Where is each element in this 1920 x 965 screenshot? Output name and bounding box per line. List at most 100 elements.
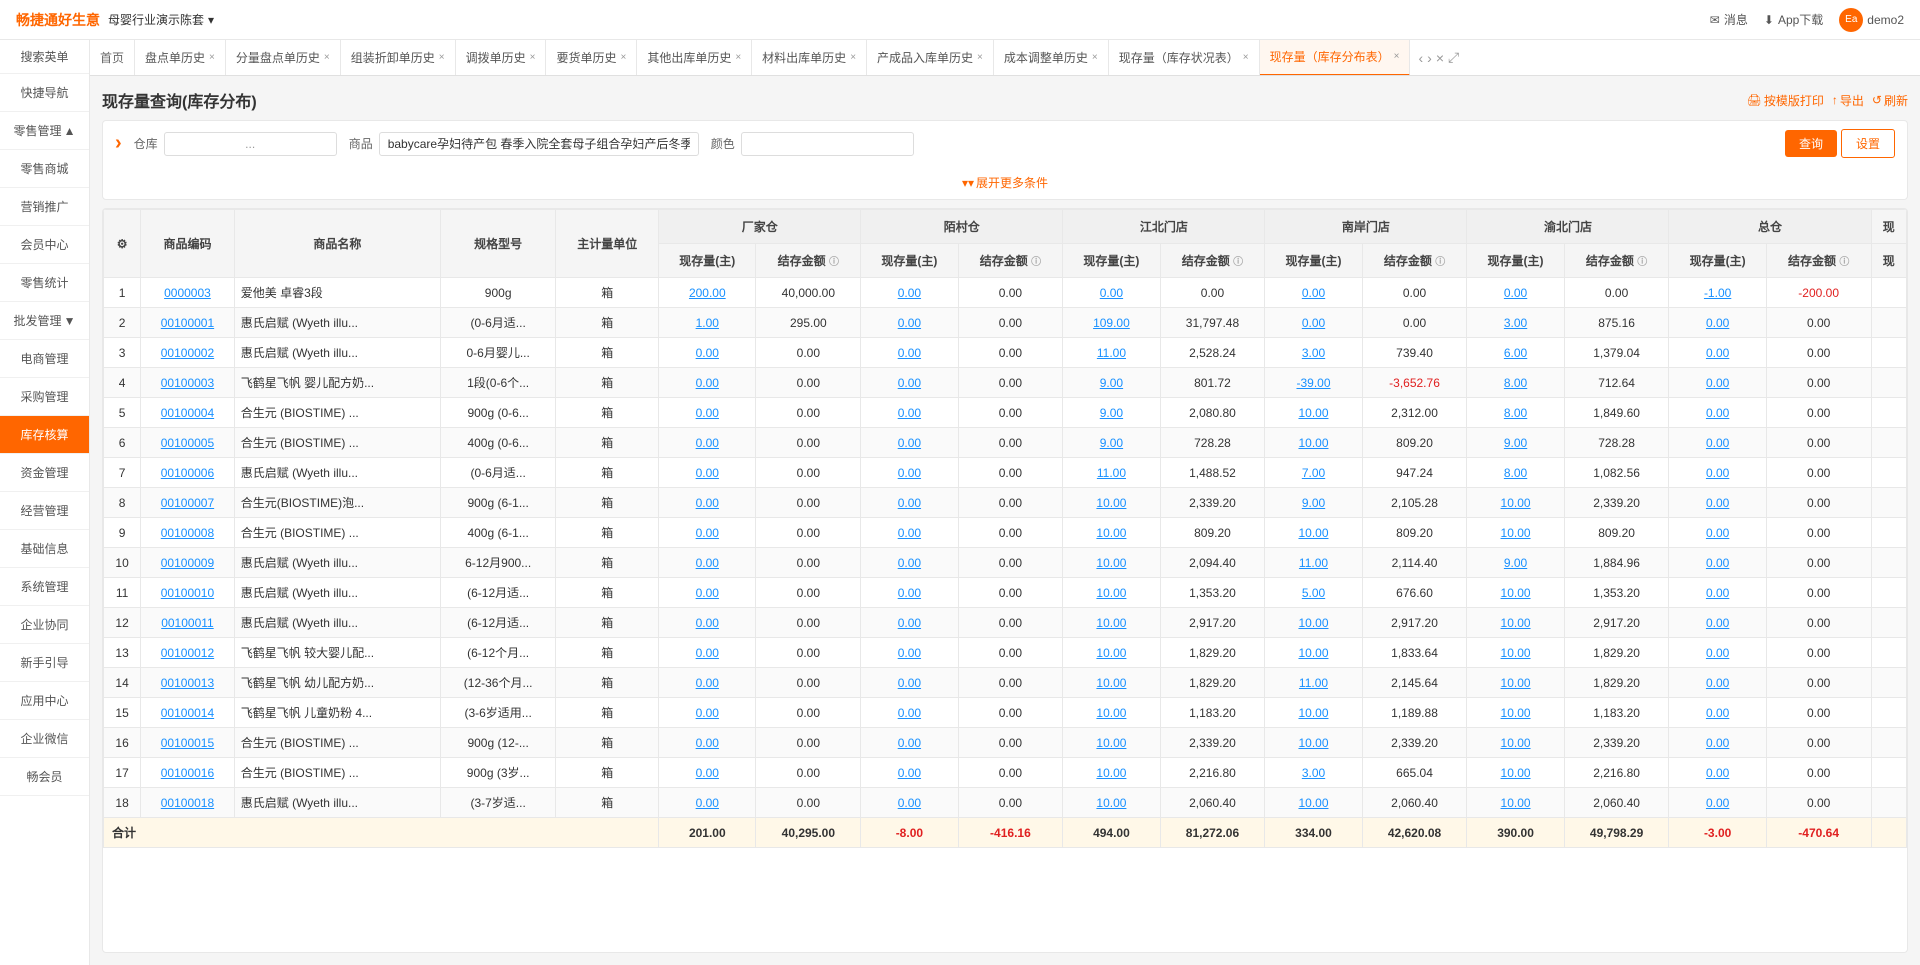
cell-yubeimen-qty[interactable]: 0.00 (1467, 278, 1564, 308)
app-download-btn[interactable]: ⬇ App下载 (1764, 11, 1823, 28)
cell-nanan-qty[interactable]: 9.00 (1265, 488, 1362, 518)
cell-total-qty[interactable]: 0.00 (1669, 368, 1766, 398)
info-icon-4[interactable]: ⓘ (1435, 257, 1445, 268)
cell-yubeimen-qty[interactable]: 10.00 (1467, 698, 1564, 728)
cell-code[interactable]: 0000003 (141, 278, 235, 308)
cell-yubeimen-qty[interactable]: 9.00 (1467, 428, 1564, 458)
cell-rural-qty[interactable]: 0.00 (861, 728, 958, 758)
cell-rural-qty[interactable]: 0.00 (861, 578, 958, 608)
tab-close-2[interactable]: × (324, 52, 330, 63)
tab-material-out-history[interactable]: 材料出库单历史 × (752, 40, 867, 76)
message-btn[interactable]: ✉ 消息 (1710, 11, 1748, 28)
cell-total-qty[interactable]: 0.00 (1669, 728, 1766, 758)
cell-rural-qty[interactable]: 0.00 (861, 698, 958, 728)
tab-product-in-history[interactable]: 产成品入库单历史 × (867, 40, 994, 76)
cell-nanan-qty[interactable]: -39.00 (1265, 368, 1362, 398)
cell-yubeimen-qty[interactable]: 3.00 (1467, 308, 1564, 338)
cell-nanan-qty[interactable]: 0.00 (1265, 308, 1362, 338)
cell-total-qty[interactable]: 0.00 (1669, 578, 1766, 608)
filter-expand-btn[interactable]: › (115, 132, 122, 155)
cell-total-qty[interactable]: 0.00 (1669, 308, 1766, 338)
cell-code[interactable]: 00100002 (141, 338, 235, 368)
cell-yubeimen-qty[interactable]: 10.00 (1467, 488, 1564, 518)
print-btn[interactable]: 🖨 按模版打印 (1747, 92, 1824, 109)
cell-jiangbei-qty[interactable]: 11.00 (1063, 338, 1160, 368)
warehouse-input[interactable] (164, 132, 337, 156)
cell-factory-qty[interactable]: 0.00 (659, 368, 756, 398)
cell-rural-qty[interactable]: 0.00 (861, 488, 958, 518)
sidebar-item-vip[interactable]: 畅会员 (0, 758, 89, 796)
cell-code[interactable]: 00100014 (141, 698, 235, 728)
sidebar-item-wholesale[interactable]: 批发管理 ▼ (0, 302, 89, 340)
cell-rural-qty[interactable]: 0.00 (861, 518, 958, 548)
cell-rural-qty[interactable]: 0.00 (861, 308, 958, 338)
cell-yubeimen-qty[interactable]: 8.00 (1467, 398, 1564, 428)
sidebar-item-marketing[interactable]: 营销推广 (0, 188, 89, 226)
tab-close-7[interactable]: × (850, 52, 856, 63)
tab-close-6[interactable]: × (735, 52, 741, 63)
cell-total-qty[interactable]: 0.00 (1669, 698, 1766, 728)
cell-factory-qty[interactable]: 0.00 (659, 518, 756, 548)
export-btn[interactable]: ↑ 导出 (1832, 92, 1864, 109)
cell-jiangbei-qty[interactable]: 10.00 (1063, 788, 1160, 818)
tab-close-10[interactable]: × (1243, 52, 1249, 63)
cell-jiangbei-qty[interactable]: 10.00 (1063, 698, 1160, 728)
sidebar-item-finance[interactable]: 资金管理 (0, 454, 89, 492)
cell-factory-qty[interactable]: 0.00 (659, 758, 756, 788)
sidebar-item-system[interactable]: 系统管理 (0, 568, 89, 606)
cell-yubeimen-qty[interactable]: 10.00 (1467, 668, 1564, 698)
sidebar-item-operations[interactable]: 经营管理 (0, 492, 89, 530)
tab-inventory-distribution[interactable]: 现存量（库存分布表）× (1260, 40, 1411, 76)
cell-factory-qty[interactable]: 0.00 (659, 488, 756, 518)
cell-factory-qty[interactable]: 0.00 (659, 638, 756, 668)
cell-jiangbei-qty[interactable]: 10.00 (1063, 548, 1160, 578)
sidebar-item-member[interactable]: 会员中心 (0, 226, 89, 264)
cell-nanan-qty[interactable]: 5.00 (1265, 578, 1362, 608)
cell-total-qty[interactable]: 0.00 (1669, 788, 1766, 818)
cell-code[interactable]: 00100010 (141, 578, 235, 608)
cell-total-qty[interactable]: 0.00 (1669, 488, 1766, 518)
cell-yubeimen-qty[interactable]: 10.00 (1467, 788, 1564, 818)
cell-factory-qty[interactable]: 0.00 (659, 788, 756, 818)
cell-nanan-qty[interactable]: 10.00 (1265, 788, 1362, 818)
col-gear[interactable]: ⚙ (104, 210, 141, 278)
cell-nanan-qty[interactable]: 10.00 (1265, 728, 1362, 758)
cell-nanan-qty[interactable]: 7.00 (1265, 458, 1362, 488)
sidebar-item-basic-info[interactable]: 基础信息 (0, 530, 89, 568)
tab-stocktake-history[interactable]: 盘点单历史 × (135, 40, 226, 76)
filter-expand-more[interactable]: ▾▾ 展开更多条件 (115, 170, 1895, 191)
tab-transfer-history[interactable]: 调拨单历史 × (456, 40, 547, 76)
cell-total-qty[interactable]: 0.00 (1669, 338, 1766, 368)
cell-yubeimen-qty[interactable]: 10.00 (1467, 578, 1564, 608)
info-icon-1[interactable]: ⓘ (829, 257, 839, 268)
cell-code[interactable]: 00100003 (141, 368, 235, 398)
cell-jiangbei-qty[interactable]: 10.00 (1063, 758, 1160, 788)
tab-fraction-stocktake[interactable]: 分量盘点单历史 × (226, 40, 341, 76)
cell-factory-qty[interactable]: 200.00 (659, 278, 756, 308)
tab-close-11[interactable]: × (1394, 51, 1400, 62)
cell-factory-qty[interactable]: 0.00 (659, 398, 756, 428)
cell-jiangbei-qty[interactable]: 10.00 (1063, 638, 1160, 668)
cell-rural-qty[interactable]: 0.00 (861, 788, 958, 818)
cell-code[interactable]: 00100006 (141, 458, 235, 488)
cell-total-qty[interactable]: 0.00 (1669, 668, 1766, 698)
tab-close-3[interactable]: × (439, 52, 445, 63)
cell-code[interactable]: 00100015 (141, 728, 235, 758)
cell-jiangbei-qty[interactable]: 10.00 (1063, 728, 1160, 758)
tab-close-9[interactable]: × (1092, 52, 1098, 63)
cell-total-qty[interactable]: 0.00 (1669, 398, 1766, 428)
cell-rural-qty[interactable]: 0.00 (861, 668, 958, 698)
cell-total-qty[interactable]: 0.00 (1669, 758, 1766, 788)
cell-total-qty[interactable]: 0.00 (1669, 518, 1766, 548)
tab-inventory-status[interactable]: 现存量（库存状况表）× (1109, 40, 1260, 76)
cell-jiangbei-qty[interactable]: 9.00 (1063, 368, 1160, 398)
cell-jiangbei-qty[interactable]: 0.00 (1063, 278, 1160, 308)
tab-prev-btn[interactable]: ‹ (1418, 50, 1423, 66)
info-icon-5[interactable]: ⓘ (1637, 257, 1647, 268)
cell-jiangbei-qty[interactable]: 10.00 (1063, 488, 1160, 518)
cell-factory-qty[interactable]: 0.00 (659, 548, 756, 578)
sidebar-item-retail-mgmt[interactable]: 零售管理 ▲ (0, 112, 89, 150)
cell-factory-qty[interactable]: 0.00 (659, 338, 756, 368)
cell-rural-qty[interactable]: 0.00 (861, 278, 958, 308)
tab-close-all-btn[interactable]: × (1436, 50, 1444, 66)
